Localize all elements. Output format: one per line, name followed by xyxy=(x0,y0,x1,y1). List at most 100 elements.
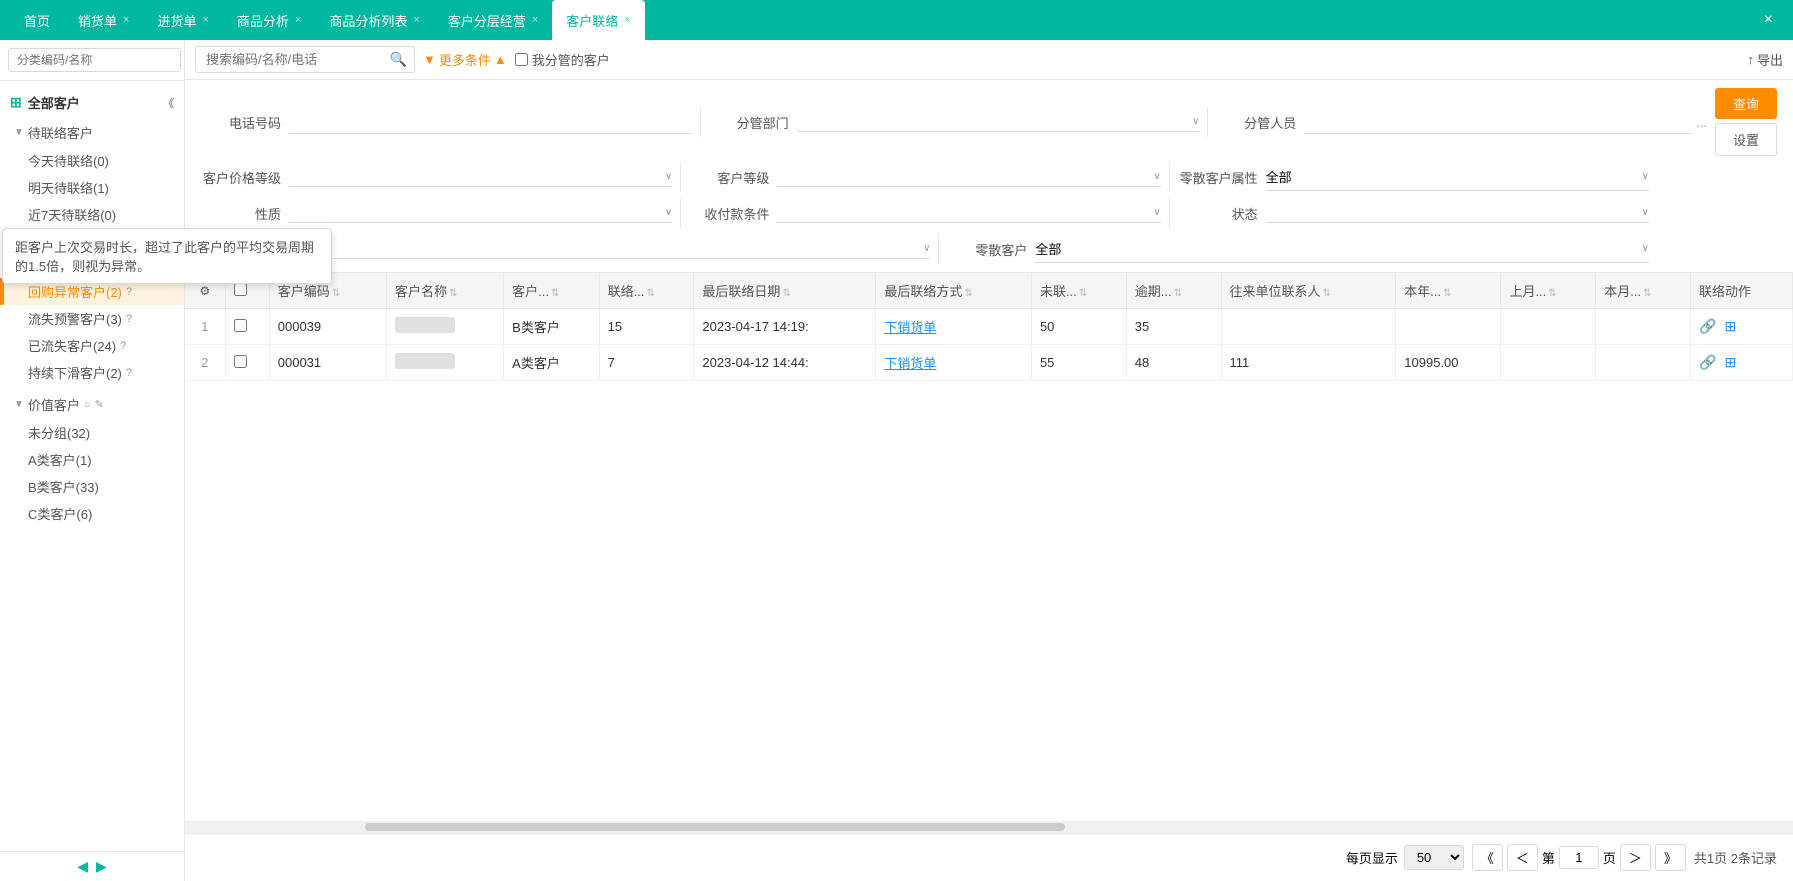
col-last-month[interactable]: 上月...⇅ xyxy=(1501,273,1596,309)
col-uncontacted[interactable]: 未联...⇅ xyxy=(1031,273,1126,309)
filter-row-3: 性质 ∨ 收付款条件 ∨ 状态 xyxy=(201,198,1777,228)
sort-icon: ⇅ xyxy=(1643,288,1651,299)
sidebar-item-c-class[interactable]: C类客户(6) xyxy=(0,500,184,527)
row-code: 000031 xyxy=(269,345,386,381)
help-icon[interactable]: ? xyxy=(126,367,132,379)
settings-button[interactable]: 设置 xyxy=(1715,123,1777,156)
row-checkbox[interactable] xyxy=(234,355,247,368)
query-button[interactable]: 查询 xyxy=(1715,88,1777,119)
sidebar-item-a-class[interactable]: A类客户(1) xyxy=(0,446,184,473)
price-level-select[interactable]: ∨ xyxy=(289,167,672,187)
right-arrow-icon[interactable]: ▶ xyxy=(96,858,107,875)
filter-search-icon[interactable]: 🔍 xyxy=(390,51,407,68)
close-icon[interactable]: × xyxy=(295,14,301,26)
dept-select[interactable]: ∨ xyxy=(797,112,1200,132)
customer-level-select[interactable]: ∨ xyxy=(777,167,1160,187)
nav-product-analysis-list[interactable]: 商品分析列表 × xyxy=(315,0,433,40)
sidebar-all-customers[interactable]: ⊞ 全部客户 《 xyxy=(0,87,184,118)
close-icon[interactable]: × xyxy=(624,14,630,26)
manager-dots[interactable]: ... xyxy=(1696,115,1707,130)
select-all-checkbox[interactable] xyxy=(234,283,247,296)
nav-sales-order[interactable]: 销货单 × xyxy=(64,0,143,40)
close-icon[interactable]: × xyxy=(202,14,208,26)
filter-search-input[interactable] xyxy=(195,46,415,73)
scrollbar-thumb[interactable] xyxy=(365,823,1065,831)
row-name xyxy=(386,309,503,345)
close-icon[interactable]: × xyxy=(413,14,419,26)
horizontal-scrollbar[interactable] xyxy=(185,821,1793,833)
row-checkbox-cell[interactable] xyxy=(225,309,269,345)
scatter-customer-select[interactable]: 全部 ∨ xyxy=(1035,235,1649,263)
help-icon[interactable]: ? xyxy=(126,313,132,325)
edit-icon[interactable]: ✎ xyxy=(95,398,104,411)
left-arrow-icon[interactable]: ◀ xyxy=(77,858,88,875)
row-customer-type: B类客户 xyxy=(504,309,599,345)
my-customers-checkbox-area[interactable]: 我分管的客户 xyxy=(515,50,610,69)
help-icon[interactable]: ? xyxy=(126,286,132,298)
payment-terms-select[interactable]: ∨ xyxy=(777,203,1160,223)
phone-input[interactable] xyxy=(289,110,692,134)
row-last-method: 下销货单 xyxy=(876,345,1032,381)
sidebar-item-continuous-down[interactable]: 持续下滑客户(2) ? xyxy=(0,359,184,386)
sidebar-item-ungroup[interactable]: 未分组(32) xyxy=(0,419,184,446)
sidebar-tree: ⊞ 全部客户 《 ▼ 待联络客户 今天待联络(0) 明天待联络(1) 近7天待联… xyxy=(0,81,184,851)
filter-divider xyxy=(680,198,681,228)
row-uncontacted: 55 xyxy=(1031,345,1126,381)
collapse-icon[interactable]: 《 xyxy=(163,95,174,111)
col-overdue[interactable]: 逾期...⇅ xyxy=(1126,273,1221,309)
more-conditions-button[interactable]: ▼ 更多条件 ▲ xyxy=(423,50,507,69)
prev-page-button[interactable]: ＜ xyxy=(1507,844,1538,871)
col-this-year[interactable]: 本年...⇅ xyxy=(1396,273,1501,309)
next-page-button[interactable]: ＞ xyxy=(1620,844,1651,871)
export-button[interactable]: ↑ 导出 xyxy=(1747,50,1783,69)
sidebar-item-lost[interactable]: 已流失客户(24) ? xyxy=(0,332,184,359)
col-this-month[interactable]: 本月...⇅ xyxy=(1596,273,1691,309)
chevron-down-icon: ∨ xyxy=(1642,243,1649,254)
col-last-contact-method[interactable]: 最后联络方式⇅ xyxy=(876,273,1032,309)
sidebar-item-b-class[interactable]: B类客户(33) xyxy=(0,473,184,500)
customer-type-select[interactable]: ∨ xyxy=(317,239,931,259)
window-close-button[interactable]: × xyxy=(1754,11,1783,29)
sidebar-item-today-pending[interactable]: 今天待联络(0) xyxy=(0,147,184,174)
row-checkbox-cell[interactable] xyxy=(225,345,269,381)
action-icons: 🔗 ⊞ xyxy=(1699,318,1784,335)
close-icon[interactable]: × xyxy=(532,14,538,26)
col-customer-type[interactable]: 客户...⇅ xyxy=(504,273,599,309)
status-select[interactable]: ∨ xyxy=(1266,203,1649,223)
scatter-attr-select[interactable]: 全部 ∨ xyxy=(1266,163,1649,191)
sidebar-search-input[interactable] xyxy=(8,48,181,72)
col-unit-contact[interactable]: 往来单位联系人⇅ xyxy=(1221,273,1396,309)
first-page-button[interactable]: 《 xyxy=(1472,844,1503,871)
sidebar-item-tomorrow-pending[interactable]: 明天待联络(1) xyxy=(0,174,184,201)
link-icon[interactable]: 🔗 xyxy=(1699,318,1716,335)
per-page-select[interactable]: 10 20 50 100 xyxy=(1404,845,1464,870)
sidebar-item-lost-pre[interactable]: 流失预警客户(3) ? xyxy=(0,305,184,332)
page-number-input[interactable] xyxy=(1559,846,1599,869)
manager-input[interactable] xyxy=(1304,110,1692,134)
link-icon[interactable]: 🔗 xyxy=(1699,354,1716,371)
close-icon[interactable]: × xyxy=(123,14,129,26)
last-page-button[interactable]: 》 xyxy=(1655,844,1686,871)
sidebar-item-7day-pending[interactable]: 近7天待联络(0) xyxy=(0,201,184,228)
nav-home[interactable]: 首页 xyxy=(10,0,64,40)
col-name[interactable]: 客户名称⇅ xyxy=(386,273,503,309)
col-contact-count[interactable]: 联络...⇅ xyxy=(599,273,694,309)
row-checkbox[interactable] xyxy=(234,319,247,332)
value-group-title[interactable]: ▼ 价值客户 ○ ✎ xyxy=(0,390,184,419)
tooltip-box: 距客户上次交易时长，超过了此客户的平均交易周期的1.5倍，则视为异常。 xyxy=(2,228,185,284)
col-last-contact-date[interactable]: 最后联络日期⇅ xyxy=(694,273,876,309)
pending-group-title[interactable]: ▼ 待联络客户 xyxy=(0,118,184,147)
chevron-down-icon: ∨ xyxy=(1192,116,1199,127)
export-icon: ↑ xyxy=(1747,52,1754,67)
help-icon[interactable]: ? xyxy=(120,340,126,352)
nav-product-analysis[interactable]: 商品分析 × xyxy=(223,0,315,40)
my-customers-checkbox[interactable] xyxy=(515,53,528,66)
nature-select[interactable]: ∨ xyxy=(289,203,672,223)
nav-customer-contact[interactable]: 客户联络 × xyxy=(552,0,644,40)
qr-icon[interactable]: ⊞ xyxy=(1724,318,1736,335)
nav-purchase-order[interactable]: 进货单 × xyxy=(143,0,222,40)
row-this-year: 10995.00 xyxy=(1396,345,1501,381)
qr-icon[interactable]: ⊞ xyxy=(1724,354,1736,371)
filter-customer-type: 客户类型 ∨ xyxy=(229,239,931,259)
nav-customer-tier[interactable]: 客户分层经营 × xyxy=(434,0,552,40)
